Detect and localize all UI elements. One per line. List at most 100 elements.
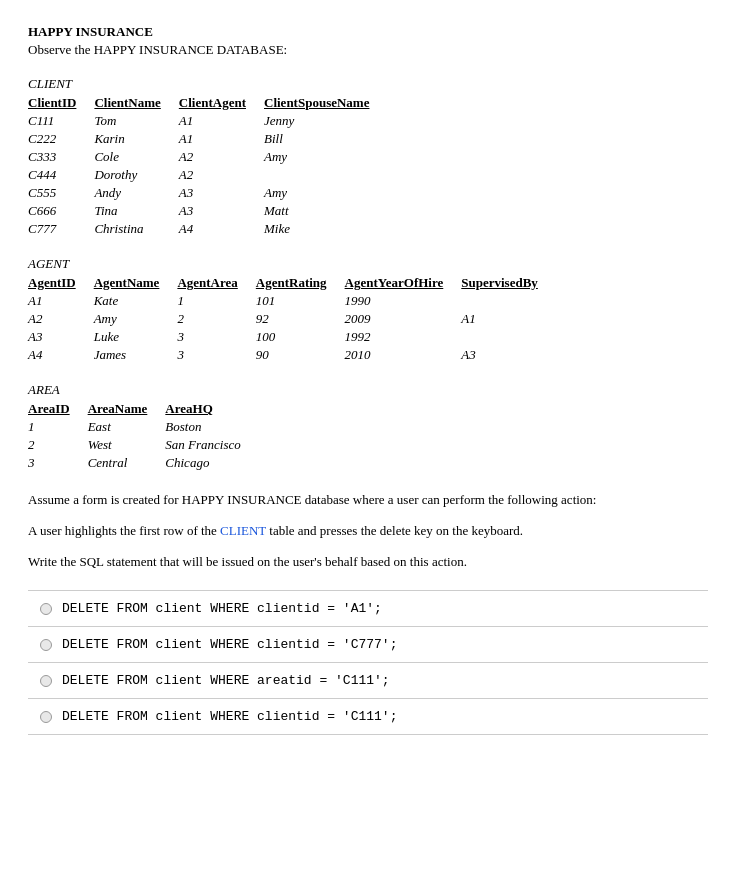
table-cell: 1 <box>177 292 255 310</box>
table-row: A1Kate11011990 <box>28 292 556 310</box>
table-cell: A3 <box>28 328 94 346</box>
table-cell: Dorothy <box>94 166 178 184</box>
client-table-label: CLIENT <box>28 76 708 92</box>
option-row[interactable]: DELETE FROM client WHERE clientid = 'C77… <box>28 627 708 663</box>
table-row: A2Amy2922009A1 <box>28 310 556 328</box>
table-row: C111TomA1Jenny <box>28 112 387 130</box>
radio-button[interactable] <box>40 639 52 651</box>
table-cell: Karin <box>94 130 178 148</box>
radio-button[interactable] <box>40 675 52 687</box>
client-col-spouse: ClientSpouseName <box>264 94 387 112</box>
table-cell: Tom <box>94 112 178 130</box>
table-cell: 3 <box>28 454 88 472</box>
table-cell <box>461 292 556 310</box>
table-cell: Matt <box>264 202 387 220</box>
table-cell: A3 <box>179 202 264 220</box>
table-cell: Christina <box>94 220 178 238</box>
table-cell: 1992 <box>345 328 462 346</box>
radio-button[interactable] <box>40 711 52 723</box>
table-cell: A4 <box>179 220 264 238</box>
table-cell: Chicago <box>165 454 258 472</box>
table-cell: East <box>88 418 166 436</box>
option-label: DELETE FROM client WHERE clientid = 'C77… <box>62 637 397 652</box>
table-cell <box>264 166 387 184</box>
client-col-agent: ClientAgent <box>179 94 264 112</box>
table-cell: 90 <box>256 346 345 364</box>
table-cell: A1 <box>179 112 264 130</box>
agent-col-id: AgentID <box>28 274 94 292</box>
table-cell: 3 <box>177 346 255 364</box>
table-row: C555AndyA3Amy <box>28 184 387 202</box>
table-cell: C222 <box>28 130 94 148</box>
table-row: A4James3902010A3 <box>28 346 556 364</box>
question-para3: Write the SQL statement that will be iss… <box>28 552 708 573</box>
table-row: 3CentralChicago <box>28 454 259 472</box>
table-cell: 101 <box>256 292 345 310</box>
option-label: DELETE FROM client WHERE clientid = 'A1'… <box>62 601 382 616</box>
table-cell: 2 <box>177 310 255 328</box>
table-row: A3Luke31001992 <box>28 328 556 346</box>
table-cell: C666 <box>28 202 94 220</box>
option-label: DELETE FROM client WHERE clientid = 'C11… <box>62 709 397 724</box>
table-cell: San Francisco <box>165 436 258 454</box>
table-cell: A2 <box>179 166 264 184</box>
table-cell: A3 <box>179 184 264 202</box>
table-row: C222KarinA1Bill <box>28 130 387 148</box>
table-cell: Amy <box>264 148 387 166</box>
agent-col-area: AgentArea <box>177 274 255 292</box>
table-row: C444DorothyA2 <box>28 166 387 184</box>
options-section: DELETE FROM client WHERE clientid = 'A1'… <box>28 590 708 735</box>
agent-section: AGENT AgentID AgentName AgentArea AgentR… <box>28 256 708 364</box>
table-cell: 100 <box>256 328 345 346</box>
question-para1: Assume a form is created for HAPPY INSUR… <box>28 490 708 511</box>
agent-table-label: AGENT <box>28 256 708 272</box>
client-col-name: ClientName <box>94 94 178 112</box>
area-col-name: AreaName <box>88 400 166 418</box>
agent-col-hire: AgentYearOfHire <box>345 274 462 292</box>
client-col-id: ClientID <box>28 94 94 112</box>
agent-col-supervised: SupervisedBy <box>461 274 556 292</box>
area-table-label: AREA <box>28 382 708 398</box>
table-cell: 2009 <box>345 310 462 328</box>
table-cell: Mike <box>264 220 387 238</box>
agent-col-rating: AgentRating <box>256 274 345 292</box>
area-table: AreaID AreaName AreaHQ 1EastBoston2WestS… <box>28 400 259 472</box>
table-cell: A4 <box>28 346 94 364</box>
option-row[interactable]: DELETE FROM client WHERE clientid = 'A1'… <box>28 591 708 627</box>
client-highlight: CLIENT <box>220 523 266 538</box>
table-cell: C777 <box>28 220 94 238</box>
table-cell: Tina <box>94 202 178 220</box>
table-cell <box>461 328 556 346</box>
agent-table: AgentID AgentName AgentArea AgentRating … <box>28 274 556 364</box>
table-cell: C111 <box>28 112 94 130</box>
option-row[interactable]: DELETE FROM client WHERE areatid = 'C111… <box>28 663 708 699</box>
question-section: Assume a form is created for HAPPY INSUR… <box>28 490 708 572</box>
option-row[interactable]: DELETE FROM client WHERE clientid = 'C11… <box>28 699 708 735</box>
table-cell: Boston <box>165 418 258 436</box>
table-row: 1EastBoston <box>28 418 259 436</box>
area-section: AREA AreaID AreaName AreaHQ 1EastBoston2… <box>28 382 708 472</box>
table-cell: 92 <box>256 310 345 328</box>
table-cell: Bill <box>264 130 387 148</box>
table-cell: A3 <box>461 346 556 364</box>
table-cell: Amy <box>94 310 178 328</box>
table-row: C666TinaA3Matt <box>28 202 387 220</box>
table-cell: Jenny <box>264 112 387 130</box>
table-row: 2WestSan Francisco <box>28 436 259 454</box>
table-cell: Central <box>88 454 166 472</box>
agent-col-name: AgentName <box>94 274 178 292</box>
table-cell: A2 <box>179 148 264 166</box>
table-cell: Amy <box>264 184 387 202</box>
table-row: C777ChristinaA4Mike <box>28 220 387 238</box>
table-cell: A1 <box>179 130 264 148</box>
table-cell: Kate <box>94 292 178 310</box>
table-cell: Cole <box>94 148 178 166</box>
radio-button[interactable] <box>40 603 52 615</box>
table-cell: C333 <box>28 148 94 166</box>
table-cell: 3 <box>177 328 255 346</box>
table-cell: A1 <box>28 292 94 310</box>
option-label: DELETE FROM client WHERE areatid = 'C111… <box>62 673 390 688</box>
subtitle: Observe the HAPPY INSURANCE DATABASE: <box>28 42 708 58</box>
question-para2: A user highlights the first row of the C… <box>28 521 708 542</box>
table-cell: A1 <box>461 310 556 328</box>
